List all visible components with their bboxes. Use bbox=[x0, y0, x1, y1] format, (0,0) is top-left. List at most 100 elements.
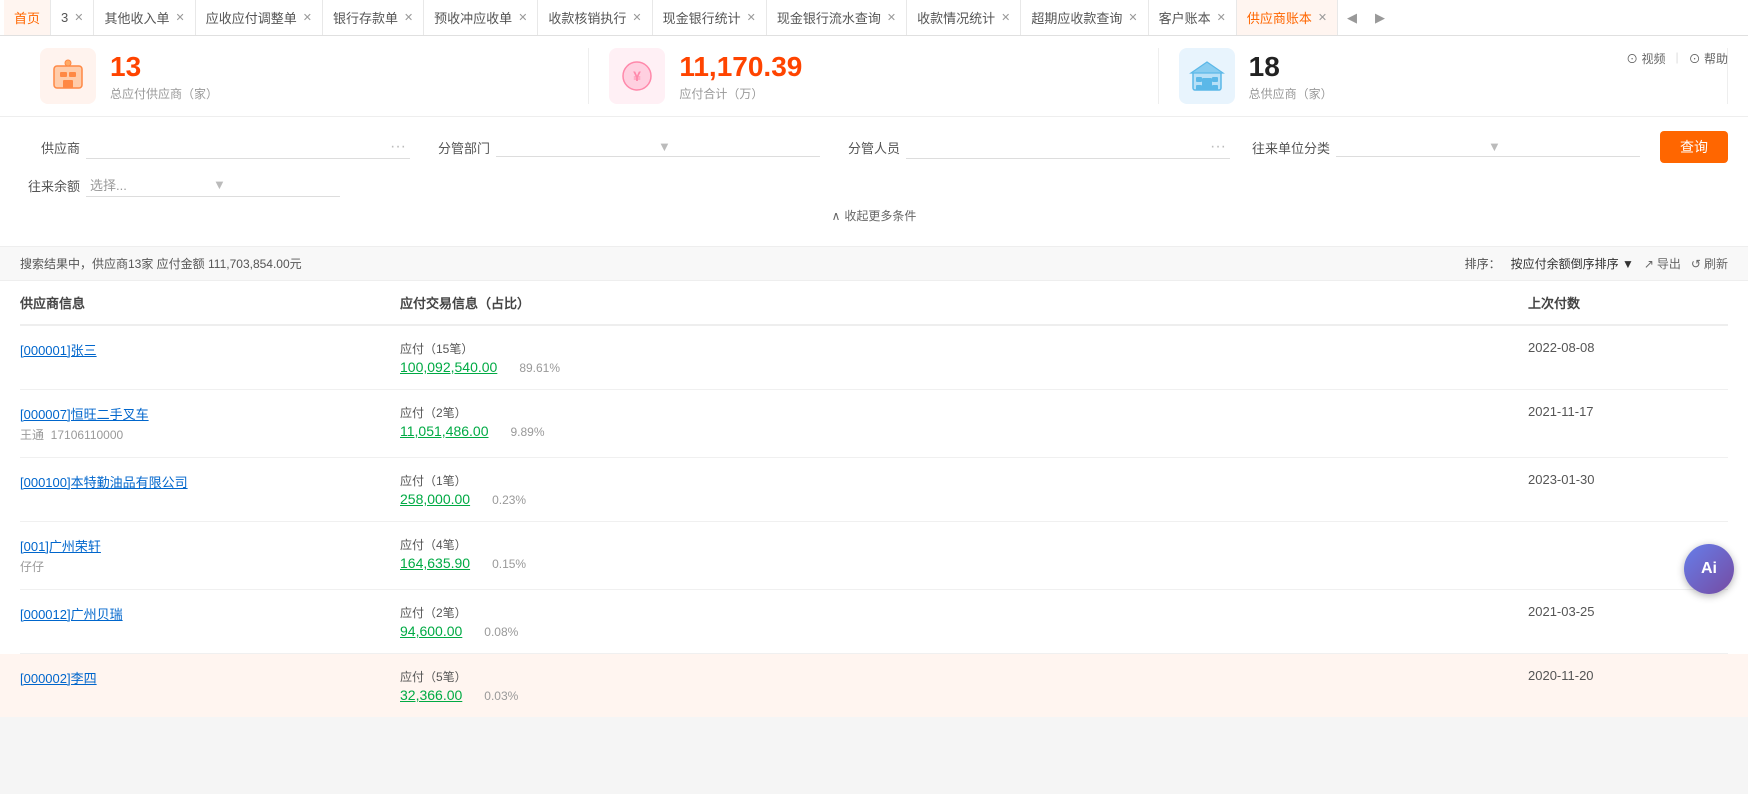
row3-trans-percent: 0.23% bbox=[492, 493, 526, 507]
row3-supplier: [000100]本特勤油品有限公司 bbox=[20, 472, 400, 491]
amount-icon: ¥ bbox=[609, 48, 665, 104]
person-dots-icon[interactable]: ··· bbox=[1210, 138, 1226, 156]
collapse-button[interactable]: ∧ 收起更多条件 bbox=[20, 207, 1728, 224]
row3-trans-amount[interactable]: 258,000.00 bbox=[400, 491, 470, 507]
dept-filter-select[interactable]: ▼ bbox=[496, 137, 820, 157]
row5-transaction: 应付（2笔） 94,600.00 0.08% bbox=[400, 604, 1528, 639]
close-ap-adjustment-icon[interactable]: ✕ bbox=[303, 11, 312, 24]
row4-trans-amount-line: 164,635.90 0.15% bbox=[400, 555, 1528, 571]
results-summary: 搜索结果中，供应商13家 应付金额 111,703,854.00元 bbox=[20, 255, 302, 272]
nav-prev-arrow[interactable]: ◀ bbox=[1338, 0, 1366, 36]
filter-area: 供应商 ··· 分管部门 ▼ 分管人员 ··· 往来单位分类 ▼ bbox=[0, 117, 1748, 247]
row1-supplier-link[interactable]: [000001]张三 bbox=[20, 343, 97, 358]
svg-text:¥: ¥ bbox=[633, 68, 641, 84]
refresh-icon: ↺ bbox=[1691, 257, 1701, 271]
nav-next-arrow[interactable]: ▶ bbox=[1366, 0, 1394, 36]
row6-transaction: 应付（5笔） 32,366.00 0.03% bbox=[400, 668, 1528, 703]
nav-tab-ap-adjustment[interactable]: 应收应付调整单 ✕ bbox=[196, 0, 323, 36]
supplier-input[interactable] bbox=[90, 139, 390, 154]
row2-trans-amount[interactable]: 11,051,486.00 bbox=[400, 423, 489, 439]
nav-tab-other-income[interactable]: 其他收入单 ✕ bbox=[94, 0, 195, 36]
ai-badge[interactable]: Ai bbox=[1684, 544, 1734, 594]
sort-dropdown[interactable]: 按应付余额倒序排序 ▼ bbox=[1511, 255, 1634, 272]
stat-content-suppliers: 13 总应付供应商（家） bbox=[110, 51, 218, 102]
row4-trans-label: 应付（4笔） bbox=[400, 536, 1528, 553]
video-link[interactable]: ⊙ 视频 bbox=[1626, 50, 1665, 67]
close-overdue-query-icon[interactable]: ✕ bbox=[1128, 11, 1137, 24]
nav-tab-supplier-account[interactable]: 供应商账本 ✕ bbox=[1237, 0, 1338, 36]
supplier-dots-icon[interactable]: ··· bbox=[390, 138, 406, 156]
nav-tab-3[interactable]: 3 ✕ bbox=[51, 0, 94, 36]
row1-trans-amount-line: 100,092,540.00 89.61% bbox=[400, 359, 1528, 375]
row3-supplier-link[interactable]: [000100]本特勤油品有限公司 bbox=[20, 475, 188, 490]
row4-supplier-link[interactable]: [001]广州荣轩 bbox=[20, 539, 101, 554]
nav-tab-home[interactable]: 首页 bbox=[4, 0, 51, 36]
header-transaction: 应付交易信息（占比） bbox=[400, 293, 1528, 312]
close-receipt-verify-icon[interactable]: ✕ bbox=[632, 11, 641, 24]
stat-label-total: 总供应商（家） bbox=[1249, 85, 1333, 102]
help-icon: ⊙ bbox=[1689, 52, 1701, 66]
supplier-filter-input-wrap[interactable]: ··· bbox=[86, 136, 410, 159]
filter-supplier: 供应商 ··· bbox=[20, 136, 410, 159]
row1-trans-amount[interactable]: 100,092,540.00 bbox=[400, 359, 497, 375]
close-advance-verify-icon[interactable]: ✕ bbox=[518, 11, 527, 24]
filter-balance: 往来余额 选择... ▼ bbox=[20, 173, 340, 197]
close-other-income-icon[interactable]: ✕ bbox=[175, 11, 184, 24]
sort-value-text: 按应付余额倒序排序 bbox=[1511, 257, 1619, 271]
help-link[interactable]: ⊙ 帮助 bbox=[1689, 50, 1728, 67]
export-button[interactable]: ↗ 导出 bbox=[1644, 255, 1681, 272]
close-cash-bank-stat-icon[interactable]: ✕ bbox=[747, 11, 756, 24]
refresh-button[interactable]: ↺ 刷新 bbox=[1691, 255, 1728, 272]
nav-tab-customer-account[interactable]: 客户账本 ✕ bbox=[1149, 0, 1237, 36]
results-text: 搜索结果中，供应商13家 应付金额 111,703,854.00元 bbox=[20, 255, 302, 272]
nav-tab-cash-bank-flow[interactable]: 现金银行流水查询 ✕ bbox=[767, 0, 907, 36]
row5-supplier-link[interactable]: [000012]广州贝瑞 bbox=[20, 607, 123, 622]
close-receipt-stat-icon[interactable]: ✕ bbox=[1001, 11, 1010, 24]
nav-tab-bank-deposit[interactable]: 银行存款单 ✕ bbox=[323, 0, 424, 36]
balance-select-placeholder: 选择... bbox=[90, 175, 213, 194]
results-bar: 搜索结果中，供应商13家 应付金额 111,703,854.00元 排序： 按应… bbox=[0, 247, 1748, 281]
close-customer-account-icon[interactable]: ✕ bbox=[1217, 11, 1226, 24]
close-tab-3-icon[interactable]: ✕ bbox=[74, 11, 83, 24]
row6-supplier-link[interactable]: [000002]李四 bbox=[20, 671, 97, 686]
balance-filter-select[interactable]: 选择... ▼ bbox=[86, 173, 340, 197]
table-row: [000007]恒旺二手叉车 王通 17106110000 应付（2笔） 11,… bbox=[20, 390, 1728, 458]
nav-tab-receipt-stat[interactable]: 收款情况统计 ✕ bbox=[907, 0, 1021, 36]
person-input[interactable] bbox=[910, 139, 1210, 154]
row6-trans-percent: 0.03% bbox=[484, 689, 518, 703]
table-row: [000002]李四 应付（5笔） 32,366.00 0.03% 2020-1… bbox=[0, 654, 1748, 717]
category-chevron-icon: ▼ bbox=[1488, 139, 1636, 154]
row2-transaction: 应付（2笔） 11,051,486.00 9.89% bbox=[400, 404, 1528, 439]
category-filter-select[interactable]: ▼ bbox=[1336, 137, 1640, 157]
close-bank-deposit-icon[interactable]: ✕ bbox=[404, 11, 413, 24]
nav-tab-receipt-verify[interactable]: 收款核销执行 ✕ bbox=[538, 0, 652, 36]
nav-tab-advance-verify[interactable]: 预收冲应收单 ✕ bbox=[424, 0, 538, 36]
close-supplier-account-icon[interactable]: ✕ bbox=[1318, 11, 1327, 24]
row6-trans-amount[interactable]: 32,366.00 bbox=[400, 687, 462, 703]
row5-trans-percent: 0.08% bbox=[484, 625, 518, 639]
stat-content-amount: 11,170.39 应付合计（万） bbox=[679, 51, 802, 102]
row5-trans-amount-line: 94,600.00 0.08% bbox=[400, 623, 1528, 639]
row1-lastpay: 2022-08-08 bbox=[1528, 340, 1728, 355]
filter-row-1: 供应商 ··· 分管部门 ▼ 分管人员 ··· 往来单位分类 ▼ bbox=[20, 131, 1728, 163]
sort-chevron-icon: ▼ bbox=[1622, 257, 1634, 271]
header-lastpay: 上次付数 bbox=[1528, 293, 1728, 312]
nav-tab-overdue-query[interactable]: 超期应收款查询 ✕ bbox=[1021, 0, 1148, 36]
filter-dept: 分管部门 ▼ bbox=[430, 137, 820, 157]
close-cash-bank-flow-icon[interactable]: ✕ bbox=[887, 11, 896, 24]
person-filter-input-wrap[interactable]: ··· bbox=[906, 136, 1230, 159]
table-header-row: 供应商信息 应付交易信息（占比） 上次付数 bbox=[20, 281, 1728, 326]
row5-trans-amount[interactable]: 94,600.00 bbox=[400, 623, 462, 639]
nav-tab-cash-bank-stat[interactable]: 现金银行统计 ✕ bbox=[653, 0, 767, 36]
balance-chevron-icon: ▼ bbox=[213, 177, 336, 192]
row5-trans-label: 应付（2笔） bbox=[400, 604, 1528, 621]
stat-content-total: 18 总供应商（家） bbox=[1249, 51, 1333, 102]
row2-supplier-link[interactable]: [000007]恒旺二手叉车 bbox=[20, 407, 149, 422]
row4-trans-amount[interactable]: 164,635.90 bbox=[400, 555, 470, 571]
row5-supplier: [000012]广州贝瑞 bbox=[20, 604, 400, 623]
row4-supplier: [001]广州荣轩 仔仔 bbox=[20, 536, 400, 575]
search-button[interactable]: 查询 bbox=[1660, 131, 1728, 163]
row3-lastpay: 2023-01-30 bbox=[1528, 472, 1728, 487]
stat-label-suppliers: 总应付供应商（家） bbox=[110, 85, 218, 102]
person-filter-label: 分管人员 bbox=[840, 138, 900, 157]
